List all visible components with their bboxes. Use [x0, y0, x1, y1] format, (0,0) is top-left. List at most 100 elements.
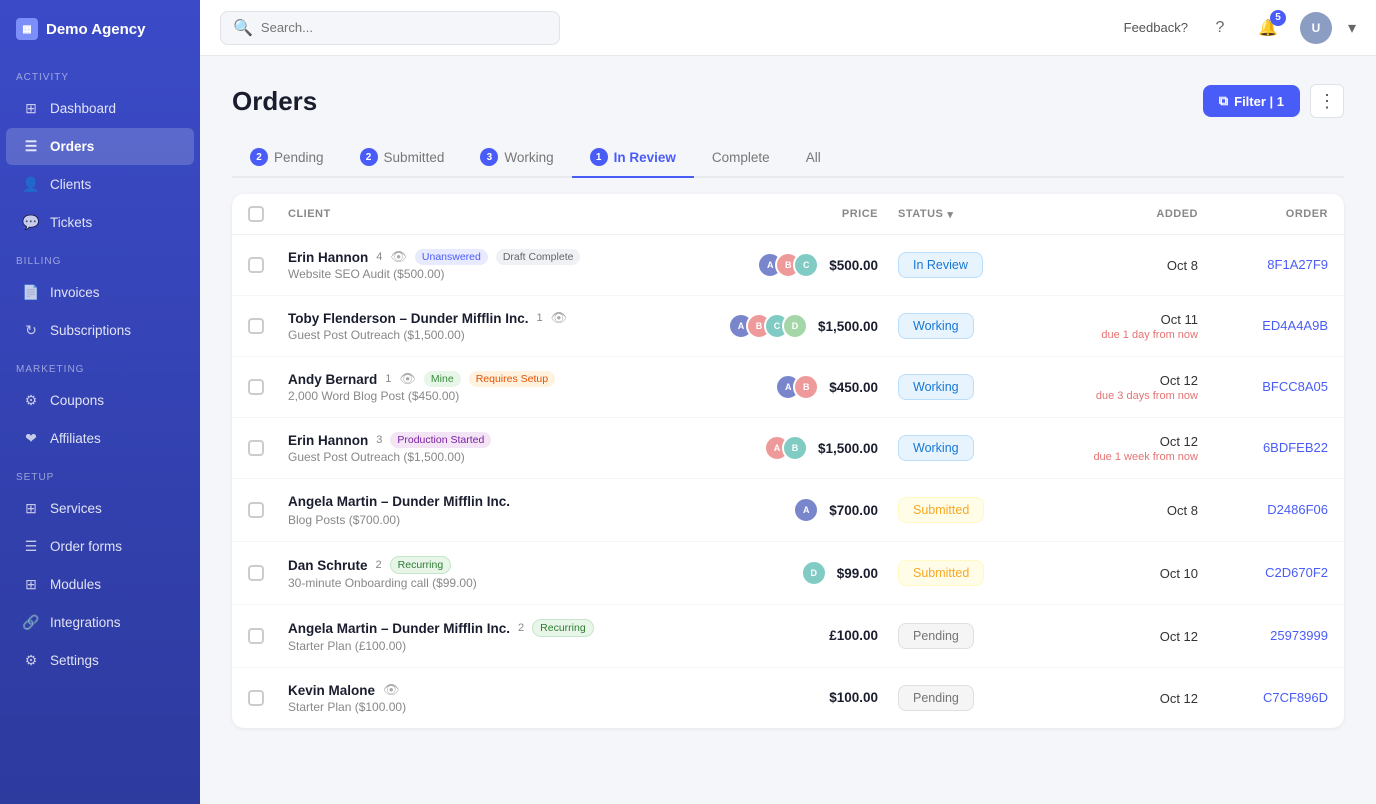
order-link[interactable]: 25973999 [1270, 628, 1328, 643]
added-due: due 1 day from now [1058, 329, 1198, 341]
notifications-button[interactable]: 🔔 5 [1252, 12, 1284, 44]
row-checkbox[interactable] [248, 318, 264, 334]
tag-unanswered: Unanswered [415, 249, 488, 265]
search-input[interactable] [261, 20, 547, 35]
feedback-button[interactable]: Feedback? [1124, 20, 1188, 35]
client-name: Angela Martin – Dunder Mifflin Inc. [288, 621, 510, 636]
row-checkbox[interactable] [248, 379, 264, 395]
row-checkbox[interactable] [248, 565, 264, 581]
table-row[interactable]: Erin Hannon 3 Production Started Guest P… [232, 418, 1344, 479]
order-link[interactable]: ED4A4A9B [1262, 318, 1328, 333]
tag-setup: Requires Setup [469, 371, 555, 387]
table-row[interactable]: Angela Martin – Dunder Mifflin Inc. Blog… [232, 479, 1344, 542]
topbar: 🔍 Feedback? ? 🔔 5 U ▾ [200, 0, 1376, 56]
tab-all[interactable]: All [788, 140, 839, 177]
sidebar-item-modules[interactable]: ⊞ Modules [6, 566, 194, 603]
mini-avatar: B [782, 435, 808, 461]
header-added: ADDED [1058, 208, 1198, 220]
row-checkbox[interactable] [248, 257, 264, 273]
row-checkbox[interactable] [248, 440, 264, 456]
sort-icon: ▾ [947, 208, 953, 221]
user-menu-chevron[interactable]: ▾ [1348, 18, 1356, 38]
added-date: Oct 12 [1058, 373, 1198, 388]
tab-submitted[interactable]: 2 Submitted [342, 138, 463, 178]
price-cell: £100.00 [738, 627, 898, 645]
client-cell: Toby Flenderson – Dunder Mifflin Inc. 1 … [288, 310, 738, 342]
status-badge: Working [898, 313, 974, 339]
table-header-row: CLIENT PRICE STATUS ▾ ADDED ORDER [232, 194, 1344, 235]
tag-mine: Mine [424, 371, 461, 387]
sidebar-item-orders[interactable]: ☰ Orders [6, 128, 194, 165]
price-cell: D $99.00 [738, 560, 898, 586]
order-link[interactable]: 6BDFEB22 [1263, 440, 1328, 455]
order-link[interactable]: D2486F06 [1267, 502, 1328, 517]
client-info: Kevin Malone 👁 Starter Plan ($100.00) [288, 682, 738, 714]
table-row[interactable]: Erin Hannon 4 👁 Unanswered Draft Complet… [232, 235, 1344, 296]
more-options-button[interactable]: ⋮ [1310, 84, 1344, 118]
sidebar-item-coupons[interactable]: ⚙ Coupons [6, 382, 194, 419]
select-all-checkbox[interactable] [248, 206, 264, 222]
row-checkbox-cell [248, 379, 288, 395]
sidebar-item-dashboard[interactable]: ⊞ Dashboard [6, 90, 194, 127]
sidebar-item-tickets[interactable]: 💬 Tickets [6, 204, 194, 241]
order-cell: 25973999 [1198, 627, 1328, 645]
client-service: Starter Plan (£100.00) [288, 639, 738, 653]
tab-submitted-count: 2 [360, 148, 378, 166]
tab-working[interactable]: 3 Working [462, 138, 571, 178]
added-due: due 3 days from now [1058, 390, 1198, 402]
row-checkbox-cell [248, 257, 288, 273]
client-info: Erin Hannon 4 👁 Unanswered Draft Complet… [288, 249, 580, 281]
table-row[interactable]: Toby Flenderson – Dunder Mifflin Inc. 1 … [232, 296, 1344, 357]
tab-complete[interactable]: Complete [694, 140, 788, 177]
tab-pending-count: 2 [250, 148, 268, 166]
row-checkbox[interactable] [248, 502, 264, 518]
search-box[interactable]: 🔍 [220, 11, 560, 45]
count-badge: 1 [537, 312, 543, 324]
client-cell: Angela Martin – Dunder Mifflin Inc. 2 Re… [288, 619, 738, 653]
sidebar-item-clients[interactable]: 👤 Clients [6, 166, 194, 203]
count-badge: 2 [376, 559, 382, 571]
table-row[interactable]: Dan Schrute 2 Recurring 30-minute Onboar… [232, 542, 1344, 605]
help-button[interactable]: ? [1204, 12, 1236, 44]
user-avatar[interactable]: U [1300, 12, 1332, 44]
sidebar-section-setup: SETUP ⊞ Services ☰ Order forms ⊞ Modules… [0, 458, 200, 680]
row-checkbox-cell [248, 628, 288, 644]
sidebar-item-integrations[interactable]: 🔗 Integrations [6, 604, 194, 641]
section-label-setup: SETUP [0, 458, 200, 489]
order-link[interactable]: 8F1A27F9 [1267, 257, 1328, 272]
added-cell: Oct 8 [1058, 258, 1198, 273]
order-link[interactable]: BFCC8A05 [1262, 379, 1328, 394]
status-cell: Submitted [898, 497, 1058, 523]
row-checkbox[interactable] [248, 690, 264, 706]
table-row[interactable]: Andy Bernard 1 👁 Mine Requires Setup 2,0… [232, 357, 1344, 418]
filter-button[interactable]: ⧉ Filter | 1 [1203, 85, 1300, 117]
order-link[interactable]: C2D670F2 [1265, 565, 1328, 580]
more-icon: ⋮ [1318, 91, 1336, 112]
header-status[interactable]: STATUS ▾ [898, 208, 1058, 221]
sidebar-item-affiliates[interactable]: ❤ Affiliates [6, 420, 194, 457]
row-checkbox[interactable] [248, 628, 264, 644]
table-row[interactable]: Kevin Malone 👁 Starter Plan ($100.00) $1… [232, 668, 1344, 728]
sidebar-item-invoices[interactable]: 📄 Invoices [6, 274, 194, 311]
tab-pending[interactable]: 2 Pending [232, 138, 342, 178]
mini-avatar: D [801, 560, 827, 586]
status-cell: Working [898, 435, 1058, 461]
added-date: Oct 8 [1058, 503, 1198, 518]
sidebar-label-modules: Modules [50, 577, 101, 592]
status-badge: Submitted [898, 497, 984, 523]
sidebar-item-subscriptions[interactable]: ↻ Subscriptions [6, 312, 194, 349]
table-row[interactable]: Angela Martin – Dunder Mifflin Inc. 2 Re… [232, 605, 1344, 668]
price-value: $99.00 [837, 566, 878, 581]
sidebar-item-services[interactable]: ⊞ Services [6, 490, 194, 527]
added-date: Oct 11 [1058, 312, 1198, 327]
added-cell: Oct 10 [1058, 566, 1198, 581]
client-name: Andy Bernard [288, 372, 377, 387]
logo-icon: ▦ [16, 18, 38, 40]
tab-inreview[interactable]: 1 In Review [572, 138, 694, 178]
sidebar-item-orderforms[interactable]: ☰ Order forms [6, 528, 194, 565]
sidebar-item-settings[interactable]: ⚙ Settings [6, 642, 194, 679]
status-cell: Submitted [898, 560, 1058, 586]
mini-avatar: C [793, 252, 819, 278]
order-link[interactable]: C7CF896D [1263, 690, 1328, 705]
client-name: Angela Martin – Dunder Mifflin Inc. [288, 494, 510, 509]
